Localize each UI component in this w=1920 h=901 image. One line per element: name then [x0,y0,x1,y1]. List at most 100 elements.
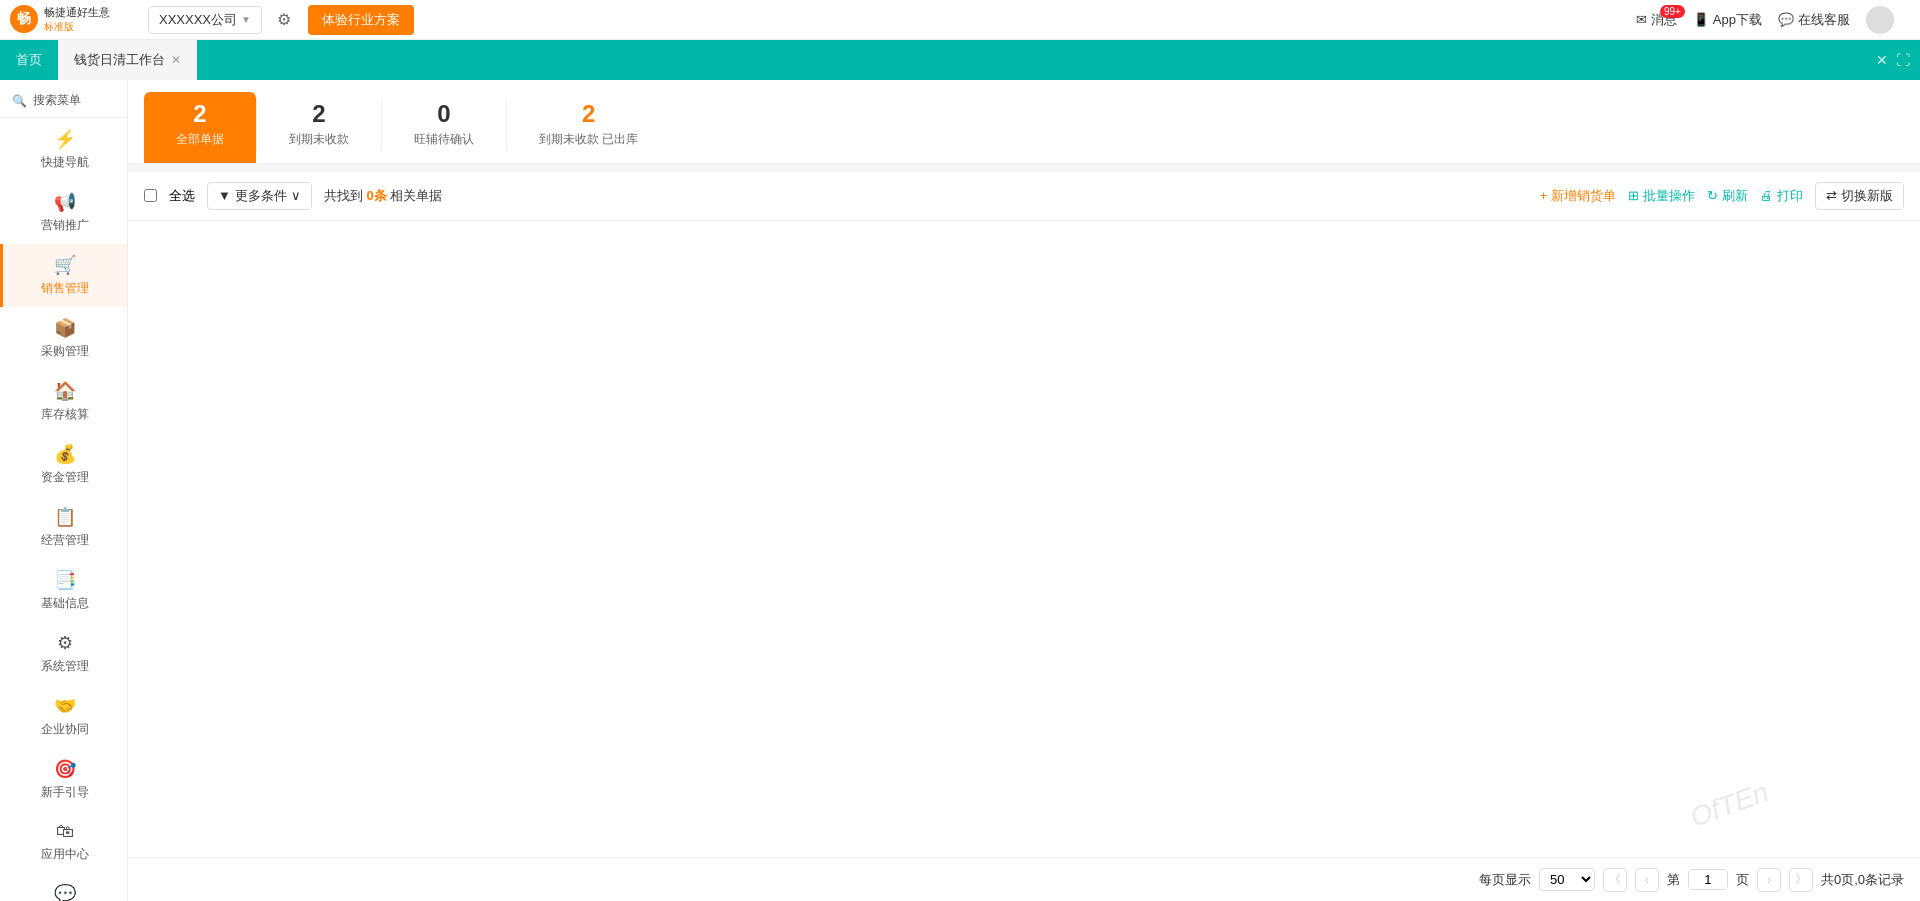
per-page-select[interactable]: 50 20 100 [1539,868,1595,891]
stat-num-overdue-shipped: 2 [582,100,595,129]
beginner-guide-icon: 🎯 [54,758,76,780]
stat-num-overdue: 2 [312,100,325,129]
print-icon: 🖨 [1760,188,1773,203]
marketing-icon: 📢 [54,191,76,213]
sales-icon: 🛒 [54,254,76,276]
app-label: App下载 [1713,11,1762,29]
sidebar-item-system[interactable]: ⚙ 系统管理 [0,622,127,685]
print-button[interactable]: 🖨 打印 [1760,187,1803,205]
tab-home[interactable]: 首页 [0,40,58,80]
sidebar-item-label: 销售管理 [41,280,89,297]
prev-page-button[interactable]: ‹ [1635,868,1659,892]
sidebar-item-label: 采购管理 [41,343,89,360]
stat-tab-overdue-shipped[interactable]: 2 到期未收款 已出库 [507,92,670,163]
stat-tab-all[interactable]: 2 全部单据 [144,92,256,163]
sidebar-item-operations[interactable]: 📋 经营管理 [0,496,127,559]
found-count: 0条 [367,188,387,203]
page-total: 共0页,0条记录 [1821,871,1904,889]
sidebar-item-enterprise-collab[interactable]: 🤝 企业协同 [0,685,127,748]
tab-work-station[interactable]: 钱货日清工作台 ✕ [58,40,197,80]
search-label: 搜索菜单 [33,92,81,109]
inventory-icon: 🏠 [54,380,76,402]
online-service-button[interactable]: 💬 在线客服 [1778,11,1850,29]
next-page-button[interactable]: › [1757,868,1781,892]
stat-tab-overdue[interactable]: 2 到期未收款 [257,92,381,163]
sidebar-item-finance[interactable]: 💰 资金管理 [0,433,127,496]
sidebar-item-enterprise-wechat[interactable]: 💬 企业微信 [0,873,127,901]
top-bar: 畅 畅捷通好生意 标准版 XXXXXX公司 ▼ ⚙ 体验行业方案 ✉ 消息 99… [0,0,1920,40]
logo-name: 畅捷通好生意 [44,5,110,19]
add-sales-order-button[interactable]: + 新增销货单 [1540,187,1616,205]
stat-num-wangfu: 0 [437,100,450,129]
search-icon: 🔍 [12,94,27,108]
first-page-button[interactable]: 《 [1603,868,1627,892]
toolbar-right: + 新增销货单 ⊞ 批量操作 ↻ 刷新 🖨 打印 ⇄ 切换新版 [1540,182,1904,210]
base-info-icon: 📑 [54,569,76,591]
sidebar-item-label: 库存核算 [41,406,89,423]
batch-icon: ⊞ [1628,188,1639,203]
chevron-down-icon: ∨ [291,188,301,203]
filter-icon: ▼ [218,188,231,203]
operations-icon: 📋 [54,506,76,528]
system-icon: ⚙ [57,632,73,654]
pagination: 每页显示 50 20 100 《 ‹ 第 页 › 》 共0页,0条记录 [128,857,1920,901]
sidebar-item-label: 企业协同 [41,721,89,738]
sidebar-item-sales[interactable]: 🛒 销售管理 [0,244,127,307]
switch-new-version-button[interactable]: ⇄ 切换新版 [1815,182,1904,210]
page-label: 第 [1667,871,1680,889]
sidebar-item-label: 资金管理 [41,469,89,486]
sidebar-item-purchase[interactable]: 📦 采购管理 [0,307,127,370]
stat-tab-wangfu[interactable]: 0 旺辅待确认 [382,92,506,163]
refresh-button[interactable]: ↻ 刷新 [1707,187,1748,205]
per-page-label: 每页显示 [1479,871,1531,889]
settings-button[interactable]: ⚙ [270,6,298,34]
sidebar-item-inventory[interactable]: 🏠 库存核算 [0,370,127,433]
app-download-button[interactable]: 📱 App下载 [1693,11,1762,29]
page-input[interactable] [1688,869,1728,890]
found-text: 共找到 0条 相关单据 [324,187,442,205]
message-button[interactable]: ✉ 消息 99+ [1636,11,1677,29]
tab-bar: 首页 钱货日清工作台 ✕ ✕ ⛶ [0,40,1920,80]
trial-button[interactable]: 体验行业方案 [308,5,414,35]
batch-operation-button[interactable]: ⊞ 批量操作 [1628,187,1695,205]
sidebar: 🔍 搜索菜单 ⚡ 快捷导航 📢 营销推广 🛒 销售管理 📦 采购管理 🏠 库存核… [0,80,128,901]
app-center-icon: 🛍 [56,821,74,842]
sidebar-item-label: 新手引导 [41,784,89,801]
sidebar-item-base-info[interactable]: 📑 基础信息 [0,559,127,622]
select-all-checkbox[interactable] [144,189,157,202]
stats-tabs: 2 全部单据 2 到期未收款 0 旺辅待确认 2 到期未收款 已出库 [128,80,1920,164]
company-selector[interactable]: XXXXXX公司 ▼ [148,6,262,34]
stat-label-wangfu: 旺辅待确认 [414,131,474,148]
enterprise-collab-icon: 🤝 [54,695,76,717]
tab-close-icon[interactable]: ✕ [171,53,181,67]
tab-fullscreen-icon[interactable]: ⛶ [1896,52,1910,68]
sidebar-search[interactable]: 🔍 搜索菜单 [0,84,127,118]
stat-label-all: 全部单据 [176,131,224,148]
stat-num-all: 2 [193,100,206,129]
table-area [128,221,1920,857]
stat-label-overdue: 到期未收款 [289,131,349,148]
tab-close-window-icon[interactable]: ✕ [1876,52,1888,68]
company-arrow: ▼ [241,14,251,25]
logo-area: 畅 畅捷通好生意 标准版 [10,5,138,33]
main-layout: 🔍 搜索菜单 ⚡ 快捷导航 📢 营销推广 🛒 销售管理 📦 采购管理 🏠 库存核… [0,80,1920,901]
sidebar-item-label: 快捷导航 [41,154,89,171]
sidebar-item-label: 营销推广 [41,217,89,234]
switch-icon: ⇄ [1826,188,1837,203]
sidebar-item-marketing[interactable]: 📢 营销推广 [0,181,127,244]
sidebar-item-app-center[interactable]: 🛍 应用中心 [0,811,127,873]
filter-button[interactable]: ▼ 更多条件 ∨ [207,182,312,210]
stat-label-overdue-shipped: 到期未收款 已出库 [539,131,638,148]
last-page-button[interactable]: 》 [1789,868,1813,892]
sidebar-item-label: 应用中心 [41,846,89,863]
sidebar-item-shortcuts[interactable]: ⚡ 快捷导航 [0,118,127,181]
company-name: XXXXXX公司 [159,11,237,29]
shortcuts-icon: ⚡ [54,128,76,150]
service-label: 在线客服 [1798,11,1850,29]
avatar[interactable] [1866,6,1894,34]
sidebar-item-beginner-guide[interactable]: 🎯 新手引导 [0,748,127,811]
logo-badge: 标准版 [44,20,110,34]
refresh-icon: ↻ [1707,188,1718,203]
content-area: 2 全部单据 2 到期未收款 0 旺辅待确认 2 到期未收款 已出库 全选 [128,80,1920,901]
purchase-icon: 📦 [54,317,76,339]
